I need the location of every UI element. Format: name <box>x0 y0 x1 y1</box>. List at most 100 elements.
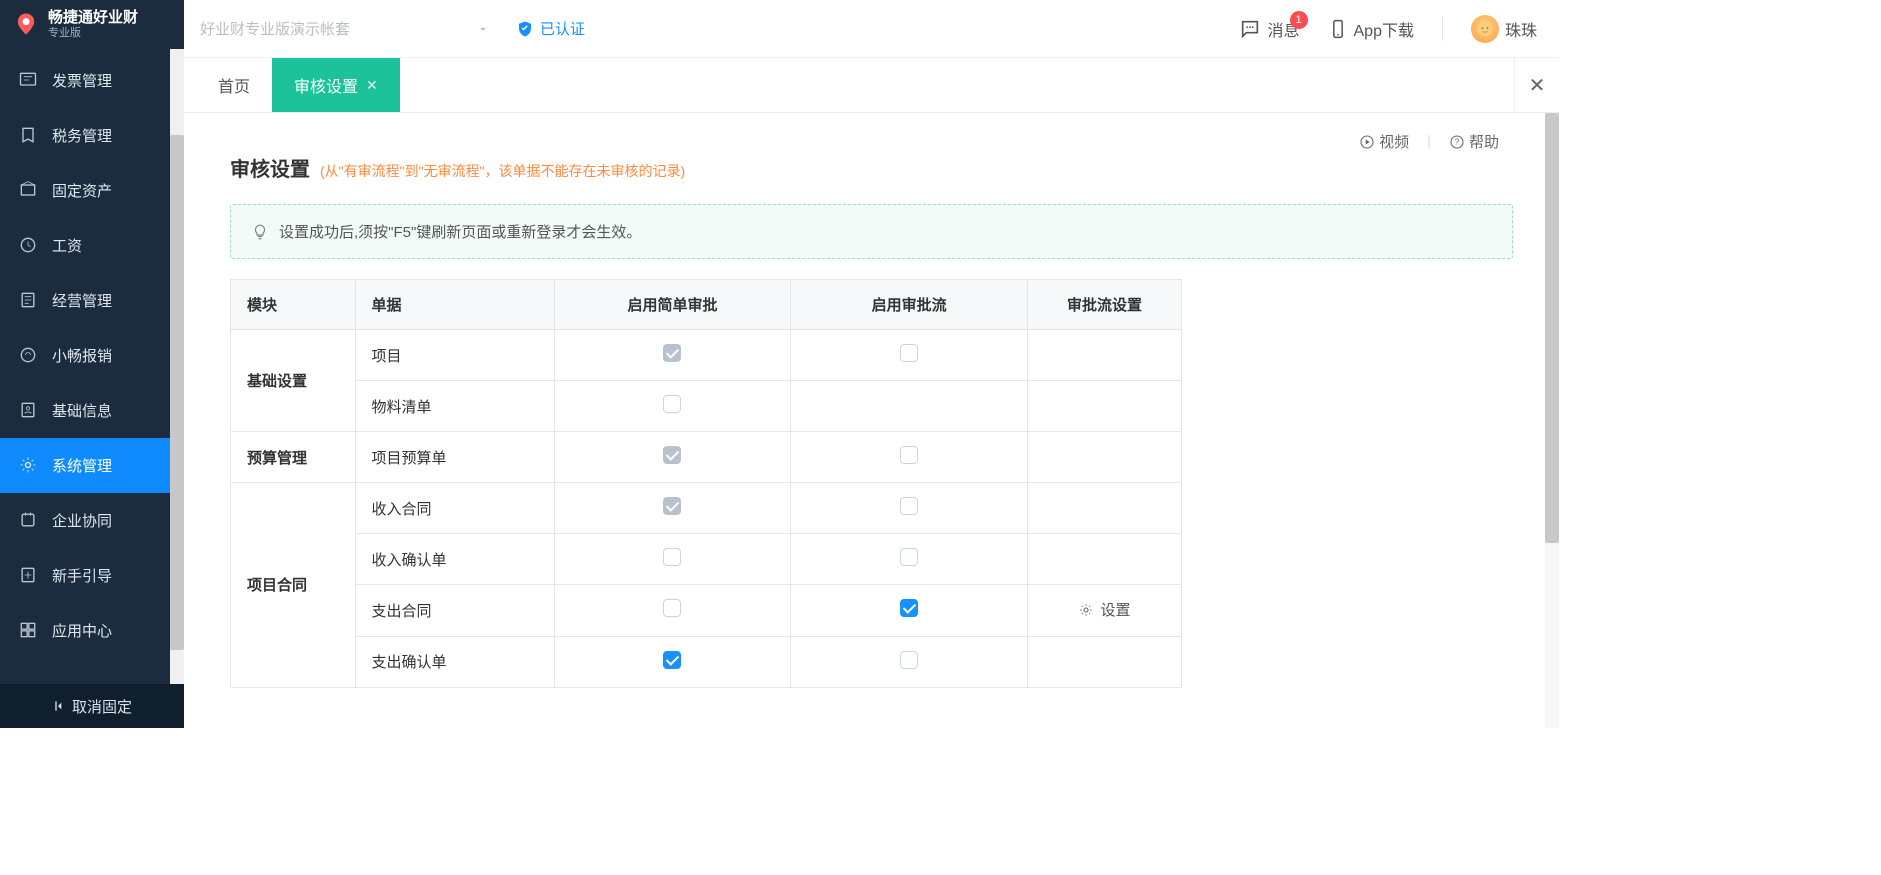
tab-close-icon[interactable]: ✕ <box>366 77 378 94</box>
sidebar-item-4[interactable]: 经营管理 <box>0 273 184 328</box>
sidebar-item-7[interactable]: 系统管理 <box>0 438 184 493</box>
page-tools: 视频 | ? 帮助 <box>1359 131 1499 152</box>
nav-icon <box>18 125 38 145</box>
sidebar-item-2[interactable]: 固定资产 <box>0 163 184 218</box>
sidebar-scrollbar-track[interactable] <box>170 49 184 684</box>
cell-setting <box>1027 483 1181 534</box>
play-icon <box>1359 134 1375 150</box>
nav-label: 经营管理 <box>52 290 112 311</box>
cell-simple <box>554 636 791 687</box>
table-row: 支出合同设置 <box>231 585 1182 637</box>
cell-simple <box>554 432 791 483</box>
question-icon: ? <box>1449 134 1465 150</box>
cell-simple <box>554 330 791 381</box>
page-title-text: 审核设置 <box>230 153 310 182</box>
cell-module: 基础设置 <box>231 330 356 432</box>
checkbox[interactable] <box>900 446 918 464</box>
messages-button[interactable]: 消息 1 <box>1233 17 1305 41</box>
unpin-button[interactable]: 取消固定 <box>0 684 184 728</box>
flow-settings-link[interactable]: 设置 <box>1078 599 1130 620</box>
checkbox[interactable] <box>663 395 681 413</box>
content-scrollbar-track[interactable] <box>1545 113 1559 728</box>
tab-home-label: 首页 <box>218 73 250 97</box>
user-menu[interactable]: 珠珠 <box>1465 15 1543 43</box>
nav-icon <box>18 180 38 200</box>
sidebar-item-0[interactable]: 发票管理 <box>0 53 184 108</box>
video-link[interactable]: 视频 <box>1359 131 1409 152</box>
app-download-label: App下载 <box>1354 17 1414 41</box>
cell-flow <box>791 534 1028 585</box>
shield-icon <box>516 20 534 38</box>
checkbox[interactable] <box>900 599 918 617</box>
cell-simple <box>554 381 791 432</box>
sidebar-item-5[interactable]: 小畅报销 <box>0 328 184 383</box>
messages-badge: 1 <box>1290 11 1308 29</box>
close-all-tabs-button[interactable]: ✕ <box>1514 58 1559 112</box>
tab-home[interactable]: 首页 <box>196 58 272 112</box>
svg-text:?: ? <box>1455 137 1460 146</box>
tab-audit-settings[interactable]: 审核设置 ✕ <box>272 58 400 112</box>
cell-module: 项目合同 <box>231 483 356 688</box>
nav-icon <box>18 345 38 365</box>
bulb-icon <box>251 223 269 241</box>
main: 好业财专业版演示帐套 已认证 消息 1 App下载 <box>184 0 1559 728</box>
checkbox[interactable] <box>900 651 918 669</box>
nav-icon <box>18 70 38 90</box>
checkbox[interactable] <box>900 497 918 515</box>
account-selector[interactable]: 好业财专业版演示帐套 <box>200 18 500 39</box>
nav-label: 小畅报销 <box>52 345 112 366</box>
nav-label: 发票管理 <box>52 70 112 91</box>
nav-icon <box>18 455 38 475</box>
collapse-icon <box>52 698 68 714</box>
cell-doc: 收入确认单 <box>355 534 554 585</box>
checkbox[interactable] <box>900 344 918 362</box>
checkbox[interactable] <box>663 497 681 515</box>
app-download-button[interactable]: App下载 <box>1322 17 1420 41</box>
nav-icon <box>18 235 38 255</box>
help-link[interactable]: ? 帮助 <box>1449 131 1499 152</box>
sidebar-item-6[interactable]: 基础信息 <box>0 383 184 438</box>
verified-badge[interactable]: 已认证 <box>516 18 585 39</box>
sidebar-scrollbar-thumb[interactable] <box>170 135 184 650</box>
chevron-down-icon <box>476 22 490 36</box>
cell-flow <box>791 636 1028 687</box>
col-flow: 启用审批流 <box>791 280 1028 330</box>
sidebar-item-3[interactable]: 工资 <box>0 218 184 273</box>
sidebar-item-9[interactable]: 新手引导 <box>0 548 184 603</box>
cell-flow <box>791 330 1028 381</box>
content-scrollbar-thumb[interactable] <box>1545 113 1559 543</box>
brand: 畅捷通好业财 专业版 <box>0 0 184 49</box>
cell-doc: 项目预算单 <box>355 432 554 483</box>
nav-label: 系统管理 <box>52 455 112 476</box>
cell-setting <box>1027 636 1181 687</box>
nav-label: 固定资产 <box>52 180 112 201</box>
verified-label: 已认证 <box>540 18 585 39</box>
tabs: 首页 审核设置 ✕ ✕ <box>184 58 1559 113</box>
divider: | <box>1427 133 1431 150</box>
avatar-icon <box>1471 15 1499 43</box>
checkbox[interactable] <box>663 548 681 566</box>
topbar: 好业财专业版演示帐套 已认证 消息 1 App下载 <box>184 0 1559 58</box>
cell-doc: 物料清单 <box>355 381 554 432</box>
nav-label: 基础信息 <box>52 400 112 421</box>
nav-icon <box>18 400 38 420</box>
cell-doc: 支出确认单 <box>355 636 554 687</box>
checkbox[interactable] <box>663 599 681 617</box>
nav-icon <box>18 565 38 585</box>
content: 视频 | ? 帮助 审核设置 (从"有审流程"到"无审流程"，该单据不能存在未审… <box>184 113 1559 728</box>
nav-label: 税务管理 <box>52 125 112 146</box>
checkbox[interactable] <box>900 548 918 566</box>
approval-table: 模块 单据 启用简单审批 启用审批流 审批流设置 基础设置项目物料清单预算管理项… <box>230 279 1182 688</box>
sidebar: 畅捷通好业财 专业版 发票管理税务管理固定资产工资经营管理小畅报销基础信息系统管… <box>0 0 184 728</box>
sidebar-item-10[interactable]: 应用中心 <box>0 603 184 658</box>
cell-flow <box>791 483 1028 534</box>
checkbox[interactable] <box>663 651 681 669</box>
page-subtitle: (从"有审流程"到"无审流程"，该单据不能存在未审核的记录) <box>320 161 685 181</box>
col-simple: 启用简单审批 <box>554 280 791 330</box>
sidebar-item-8[interactable]: 企业协同 <box>0 493 184 548</box>
checkbox[interactable] <box>663 344 681 362</box>
checkbox[interactable] <box>663 446 681 464</box>
unpin-label: 取消固定 <box>72 696 132 717</box>
hint-text: 设置成功后,须按"F5"键刷新页面或重新登录才会生效。 <box>279 221 641 242</box>
sidebar-item-1[interactable]: 税务管理 <box>0 108 184 163</box>
